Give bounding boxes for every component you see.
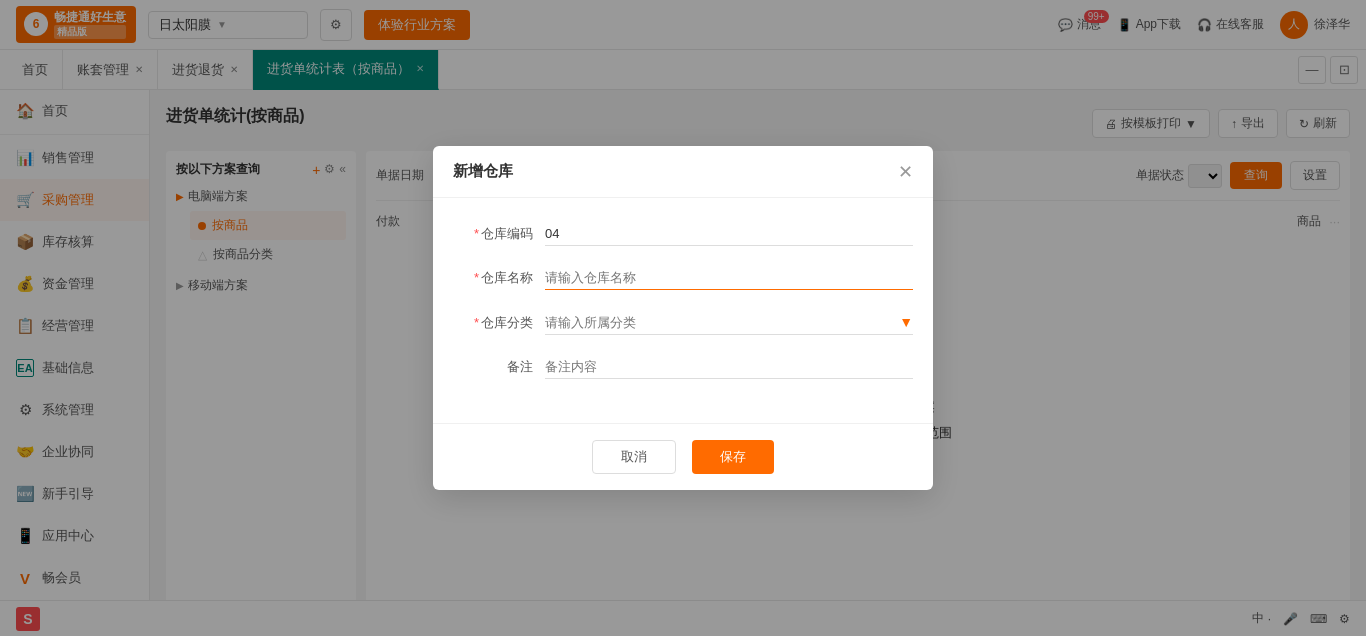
form-row-note: 备注 [453,355,913,379]
dialog-body: *仓库编码 *仓库名称 *仓库分类 ▼ 备注 [433,198,933,423]
category-select-wrap[interactable]: ▼ [545,310,913,335]
add-warehouse-dialog: 新增仓库 ✕ *仓库编码 *仓库名称 *仓库分类 ▼ [433,146,933,490]
category-label: *仓库分类 [453,314,533,332]
name-label: *仓库名称 [453,269,533,287]
dialog-title: 新增仓库 [453,162,513,181]
note-label: 备注 [453,358,533,376]
form-row-name: *仓库名称 [453,266,913,290]
category-input[interactable] [545,315,899,330]
note-input[interactable] [545,355,913,379]
form-row-category: *仓库分类 ▼ [453,310,913,335]
dialog-header: 新增仓库 ✕ [433,146,933,198]
required-mark-category: * [474,315,479,330]
code-input[interactable] [545,222,913,246]
required-mark-code: * [474,226,479,241]
cancel-button[interactable]: 取消 [592,440,676,474]
name-input[interactable] [545,266,913,290]
dialog-footer: 取消 保存 [433,423,933,490]
code-label: *仓库编码 [453,225,533,243]
form-row-code: *仓库编码 [453,222,913,246]
dialog-close-button[interactable]: ✕ [898,163,913,181]
required-mark-name: * [474,270,479,285]
save-button[interactable]: 保存 [692,440,774,474]
category-chevron-icon: ▼ [899,314,913,330]
